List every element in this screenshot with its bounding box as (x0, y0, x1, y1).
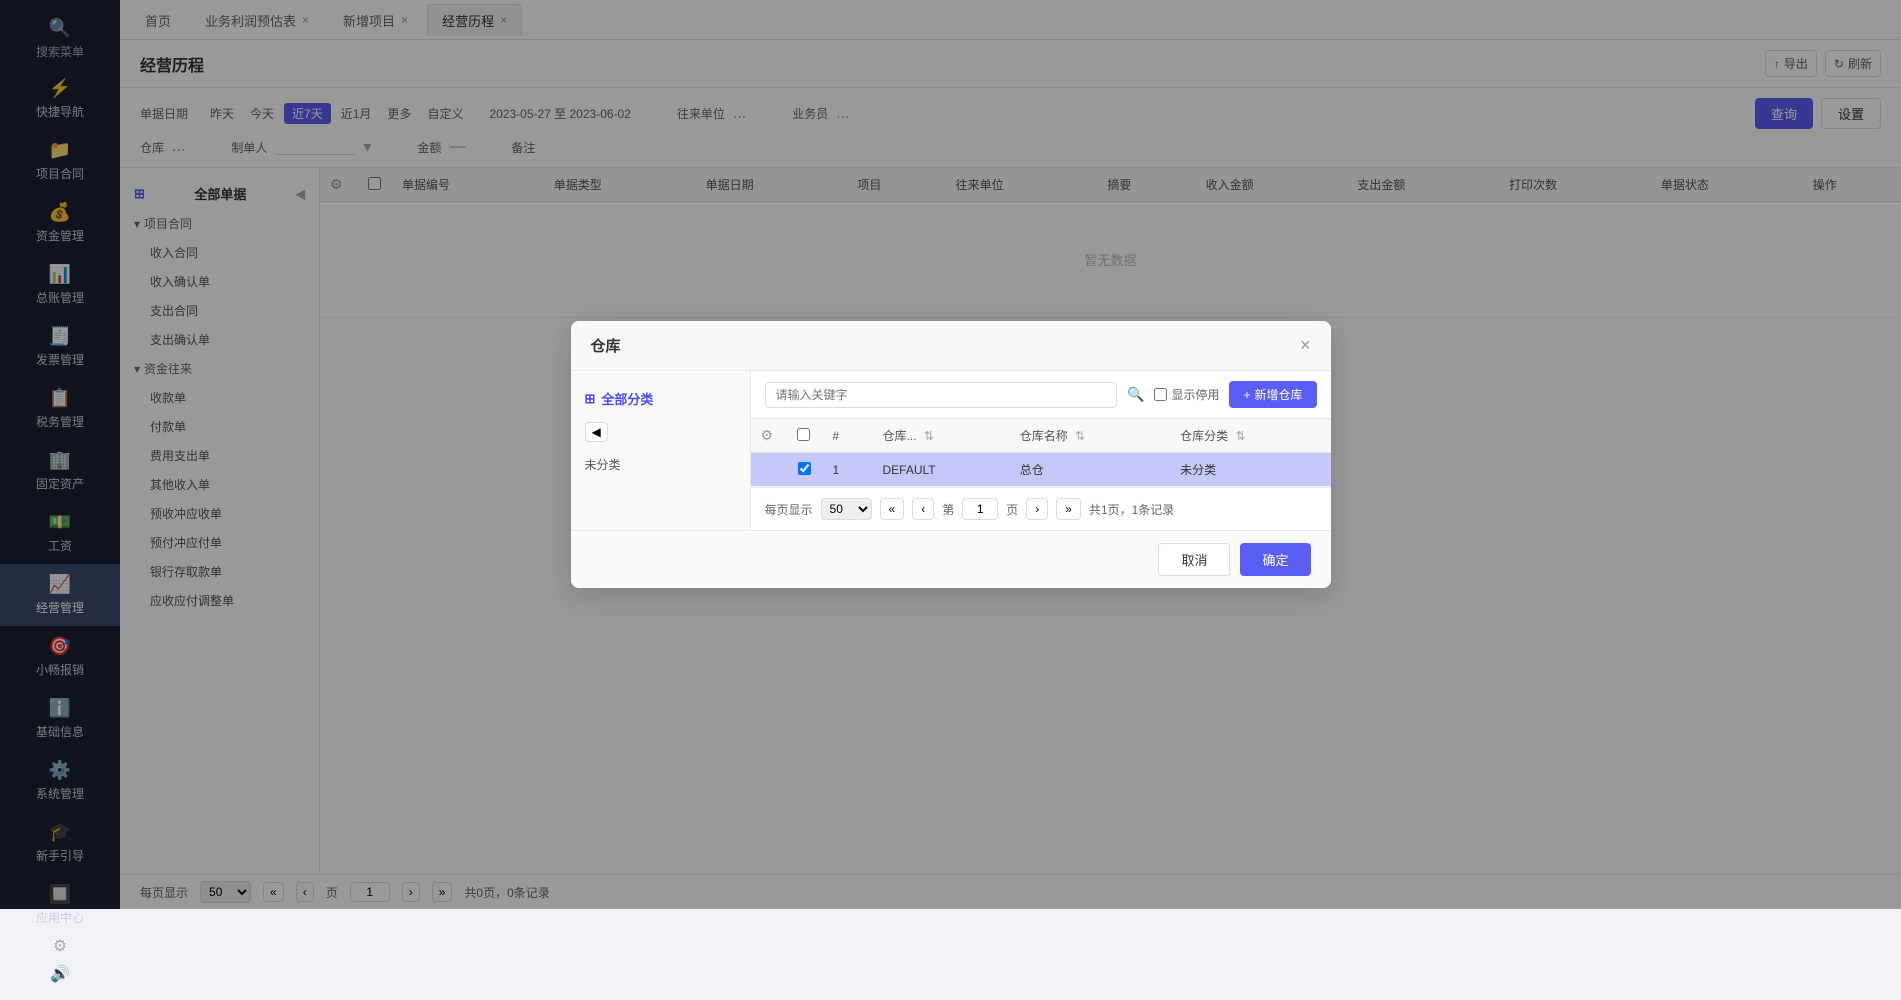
modal-body: ⊞ 全部分类 ◀ 未分类 🔍 显示停用 + (571, 371, 1331, 530)
show-disabled-text: 显示停用 (1171, 386, 1219, 403)
modal-overlay: 仓库 × ⊞ 全部分类 ◀ 未分类 🔍 (0, 0, 1901, 909)
all-category-label: 全部分类 (601, 389, 653, 408)
add-warehouse-label: 新增仓库 (1254, 386, 1302, 403)
modal-select-all[interactable] (797, 428, 810, 441)
table-row[interactable]: 1 DEFAULT 总仓 未分类 (751, 453, 1331, 487)
warehouse-modal: 仓库 × ⊞ 全部分类 ◀ 未分类 🔍 (571, 321, 1331, 588)
modal-search-icon[interactable]: 🔍 (1127, 386, 1144, 403)
modal-title: 仓库 (591, 335, 621, 356)
modal-page-label: 页 (1006, 501, 1018, 518)
sort-category-icon[interactable]: ⇅ (1235, 429, 1245, 443)
sort-name-icon[interactable]: ⇅ (1075, 429, 1085, 443)
modal-search-bar: 🔍 显示停用 + 新增仓库 (751, 371, 1331, 419)
sidebar-settings-icon[interactable]: ⚙ (53, 936, 67, 956)
modal-gear-icon[interactable]: ⚙ (761, 427, 774, 443)
row-gear-cell (751, 453, 787, 487)
modal-last-page-btn[interactable]: » (1056, 498, 1081, 520)
modal-page-size-select[interactable]: 50 10 20 100 (821, 498, 872, 520)
row-id-cell: 1 (823, 453, 873, 487)
add-warehouse-button[interactable]: + 新增仓库 (1229, 381, 1316, 408)
modal-col-name: 仓库名称 ⇅ (1010, 419, 1170, 453)
modal-footer: 取消 确定 (571, 530, 1331, 588)
modal-page-size-label: 每页显示 (765, 501, 813, 518)
row-checkbox[interactable] (798, 462, 811, 475)
sidebar-item-label: 应用中心 (36, 909, 84, 926)
collapse-category-btn[interactable]: ◀ (585, 422, 608, 442)
plus-icon: + (1243, 388, 1250, 402)
modal-prev-page-btn[interactable]: ‹ (912, 498, 934, 520)
modal-col-code: 仓库... ⇅ (873, 419, 1010, 453)
row-code-cell: DEFAULT (873, 453, 1010, 487)
modal-main: 🔍 显示停用 + 新增仓库 ⚙ (751, 371, 1331, 530)
modal-search-input[interactable] (765, 382, 1118, 408)
modal-first-page-btn[interactable]: « (880, 498, 905, 520)
modal-table-container: ⚙ # 仓库... ⇅ 仓库名称 ⇅ (751, 419, 1331, 487)
modal-page-word: 第 (942, 501, 954, 518)
confirm-button[interactable]: 确定 (1240, 543, 1310, 576)
row-category-cell: 未分类 (1170, 453, 1330, 487)
uncategorized-item[interactable]: 未分类 (571, 448, 750, 481)
show-disabled-checkbox-label[interactable]: 显示停用 (1154, 386, 1219, 403)
modal-pagination: 每页显示 50 10 20 100 « ‹ 第 页 › » 共1页，1条记录 (751, 487, 1331, 530)
modal-next-page-btn[interactable]: › (1026, 498, 1048, 520)
modal-col-category: 仓库分类 ⇅ (1170, 419, 1330, 453)
modal-col-checkbox (787, 419, 823, 453)
row-name-cell: 总仓 (1010, 453, 1170, 487)
warehouse-table: ⚙ # 仓库... ⇅ 仓库名称 ⇅ (751, 419, 1331, 487)
modal-header: 仓库 × (571, 321, 1331, 371)
modal-close-button[interactable]: × (1300, 335, 1311, 356)
modal-total-records: 共1页，1条记录 (1089, 501, 1174, 518)
category-sidebar: ⊞ 全部分类 ◀ 未分类 (571, 371, 751, 530)
show-disabled-checkbox[interactable] (1154, 388, 1167, 401)
sidebar-volume-icon[interactable]: 🔊 (50, 964, 70, 984)
all-category-header[interactable]: ⊞ 全部分类 (571, 381, 750, 416)
modal-page-input[interactable] (962, 498, 998, 520)
cancel-button[interactable]: 取消 (1158, 543, 1230, 576)
modal-col-gear: ⚙ (751, 419, 787, 453)
modal-col-id: # (823, 419, 873, 453)
grid-icon2: ⊞ (585, 391, 596, 407)
sort-code-icon[interactable]: ⇅ (924, 429, 934, 443)
row-checkbox-cell (787, 453, 823, 487)
